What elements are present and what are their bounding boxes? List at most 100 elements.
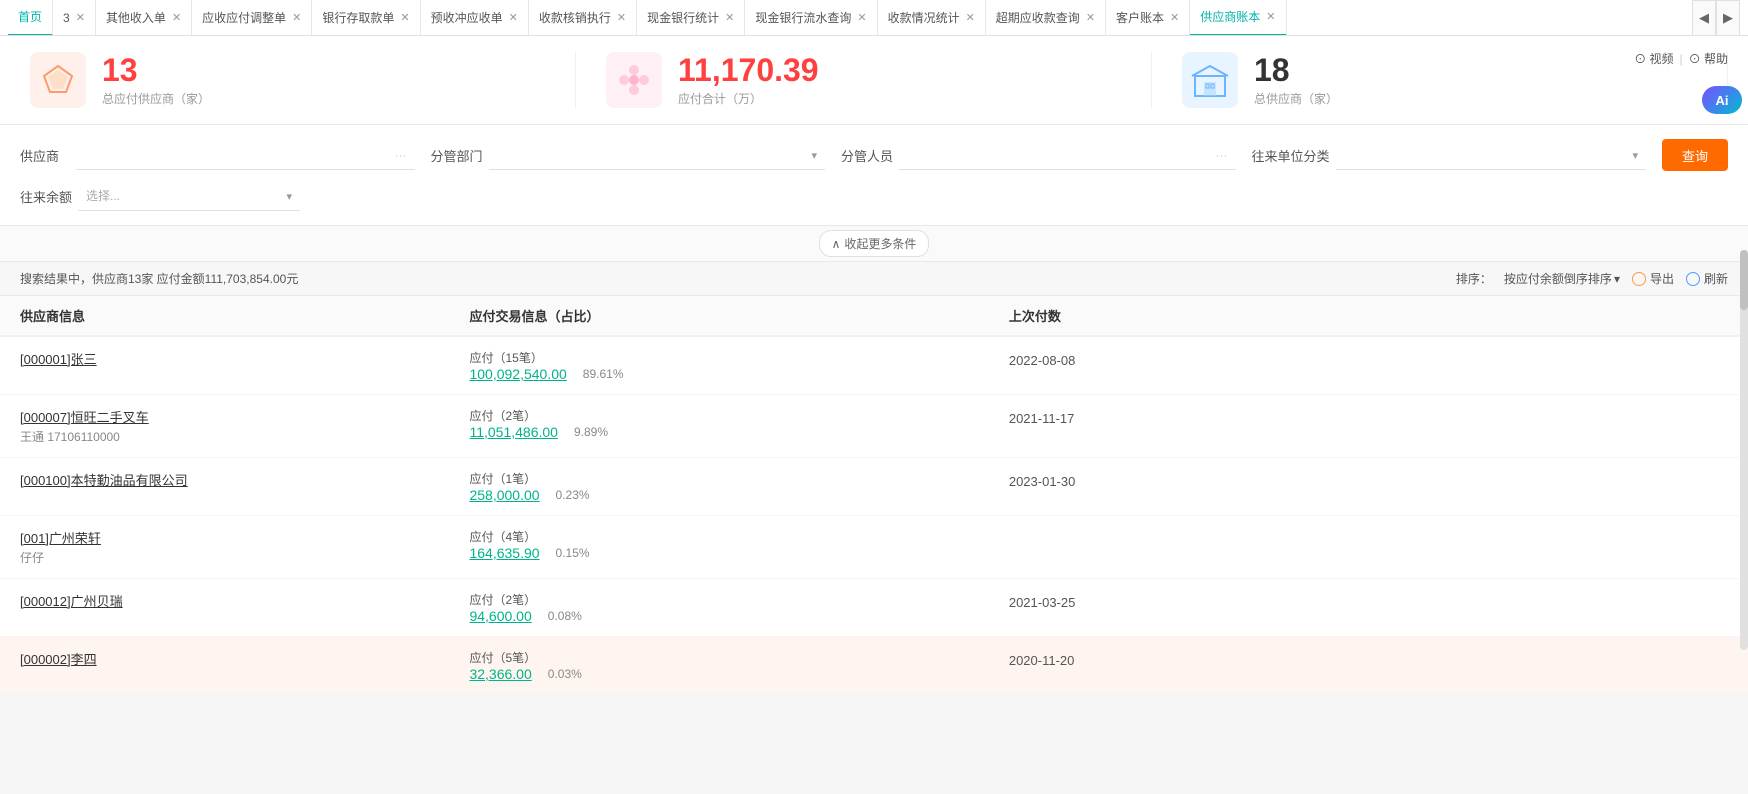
close-icon[interactable]: ✕ bbox=[172, 11, 181, 24]
collapse-button[interactable]: ∧ 收起更多条件 bbox=[819, 230, 930, 257]
tx-amount-3[interactable]: 164,635.90 bbox=[469, 545, 539, 561]
close-icon[interactable]: ✕ bbox=[1170, 11, 1179, 24]
tx-amount-4[interactable]: 94,600.00 bbox=[469, 608, 531, 624]
cell-lastpay-2: 2023-01-30 bbox=[1009, 470, 1369, 489]
tx-percent-2: 0.23% bbox=[556, 488, 590, 502]
dept-select[interactable] bbox=[489, 140, 825, 170]
close-icon[interactable]: ✕ bbox=[1086, 11, 1095, 24]
tx-amount-5[interactable]: 32,366.00 bbox=[469, 666, 531, 682]
nav-prev-button[interactable]: ◀ bbox=[1692, 0, 1716, 36]
filter-dept: 分管部门 bbox=[431, 140, 826, 170]
col-header-transaction: 应付交易信息（占比） bbox=[469, 306, 1008, 325]
cell-transaction-1: 应付（2笔） 11,051,486.00 9.89% bbox=[469, 407, 1008, 440]
cell-lastpay-4: 2021-03-25 bbox=[1009, 591, 1369, 610]
supplier-link-4[interactable]: [000012]广州贝瑞 bbox=[20, 591, 469, 610]
table-row: [000100]本特勤油品有限公司 应付（1笔） 258,000.00 0.23… bbox=[0, 458, 1748, 516]
close-icon[interactable]: ✕ bbox=[725, 11, 734, 24]
video-link[interactable]: ⊙ 视频 bbox=[1634, 50, 1673, 67]
cell-supplier-0: [000001]张三 bbox=[20, 349, 469, 368]
nav-tab-supplier-book[interactable]: 供应商账本 ✕ bbox=[1190, 0, 1286, 36]
top-right-links: ⊙ 视频 | ⊙ 帮助 bbox=[1634, 50, 1728, 67]
cell-transaction-4: 应付（2笔） 94,600.00 0.08% bbox=[469, 591, 1008, 624]
supplier-link-2[interactable]: [000100]本特勤油品有限公司 bbox=[20, 470, 469, 489]
table-body: [000001]张三 应付（15笔） 100,092,540.00 89.61%… bbox=[0, 337, 1748, 695]
tx-amount-1[interactable]: 11,051,486.00 bbox=[469, 424, 558, 440]
chevron-down-icon bbox=[811, 148, 817, 162]
nav-tab-overdue-ar[interactable]: 超期应收款查询 ✕ bbox=[986, 0, 1106, 36]
nav-tab-home[interactable]: 首页 bbox=[8, 0, 53, 36]
data-table: 供应商信息 应付交易信息（占比） 上次付数 [000001]张三 应付（15笔）… bbox=[0, 296, 1748, 695]
cell-lastpay-1: 2021-11-17 bbox=[1009, 407, 1369, 426]
filter-category: 往来单位分类 bbox=[1252, 140, 1647, 170]
stat-info-total: 11,170.39 应付合计（万） bbox=[678, 54, 819, 107]
results-right: 排序： 按应付余额倒序排序 ▾ 导出 刷新 bbox=[1456, 270, 1728, 287]
diamond-icon bbox=[30, 52, 86, 108]
query-button[interactable]: 查询 bbox=[1662, 139, 1728, 171]
top-navigation: 首页 3 ✕ 其他收入单 ✕ 应收应付调整单 ✕ 银行存取款单 ✕ 预收冲应收单… bbox=[0, 0, 1748, 36]
close-icon[interactable]: ✕ bbox=[509, 11, 518, 24]
stat-card-payable-total: 11,170.39 应付合计（万） bbox=[576, 52, 1152, 108]
tx-amount-0[interactable]: 100,092,540.00 bbox=[469, 366, 566, 382]
category-select[interactable] bbox=[1336, 140, 1646, 170]
ai-button[interactable]: Ai bbox=[1702, 86, 1742, 114]
nav-tab-ar-ap-adjust[interactable]: 应收应付调整单 ✕ bbox=[192, 0, 312, 36]
filter-row-1: 供应商 ··· 分管部门 分管人员 ··· 往来单位分类 bbox=[20, 139, 1728, 171]
scrollbar-thumb[interactable] bbox=[1740, 250, 1748, 310]
close-icon[interactable]: ✕ bbox=[857, 11, 866, 24]
close-icon[interactable]: ✕ bbox=[76, 11, 85, 24]
nav-tab-3[interactable]: 3 ✕ bbox=[53, 0, 96, 36]
close-icon[interactable]: ✕ bbox=[400, 11, 409, 24]
cell-supplier-1: [000007]恒旺二手叉车 王通 17106110000 bbox=[20, 407, 469, 445]
results-summary: 搜索结果中，供应商13家 应付金额111,703,854.00元 bbox=[20, 270, 298, 287]
nav-arrows: ◀ ▶ bbox=[1692, 0, 1740, 36]
balance-select[interactable]: 选择... bbox=[78, 181, 300, 211]
separator: | bbox=[1680, 52, 1683, 66]
filter-supplier: 供应商 ··· bbox=[20, 140, 415, 170]
supplier-link-1[interactable]: [000007]恒旺二手叉车 bbox=[20, 407, 469, 426]
tx-percent-0: 89.61% bbox=[583, 367, 624, 381]
refresh-icon bbox=[1686, 272, 1700, 286]
cell-transaction-3: 应付（4笔） 164,635.90 0.15% bbox=[469, 528, 1008, 561]
person-input[interactable]: ··· bbox=[899, 140, 1235, 170]
filter-area: 供应商 ··· 分管部门 分管人员 ··· 往来单位分类 bbox=[0, 125, 1748, 226]
supplier-sub-3: 仔仔 bbox=[20, 549, 469, 566]
export-button[interactable]: 导出 bbox=[1632, 270, 1674, 287]
sort-select[interactable]: 按应付余额倒序排序 ▾ bbox=[1504, 270, 1620, 287]
nav-tab-other-income[interactable]: 其他收入单 ✕ bbox=[96, 0, 192, 36]
chevron-down-icon bbox=[286, 189, 292, 203]
supplier-sub-1: 王通 17106110000 bbox=[20, 428, 469, 445]
tx-percent-3: 0.15% bbox=[556, 546, 590, 560]
nav-tab-customer-book[interactable]: 客户账本 ✕ bbox=[1106, 0, 1190, 36]
nav-tab-cash-bank-flow[interactable]: 现金银行流水查询 ✕ bbox=[745, 0, 877, 36]
tx-amount-2[interactable]: 258,000.00 bbox=[469, 487, 539, 503]
nav-tab-receipt-verify[interactable]: 收款核销执行 ✕ bbox=[529, 0, 637, 36]
supplier-link-5[interactable]: [000002]李四 bbox=[20, 649, 469, 668]
nav-tab-receipt-stat[interactable]: 收款情况统计 ✕ bbox=[878, 0, 986, 36]
supplier-link-3[interactable]: [001]广州荣轩 bbox=[20, 528, 469, 547]
cell-supplier-3: [001]广州荣轩 仔仔 bbox=[20, 528, 469, 566]
close-icon[interactable]: ✕ bbox=[966, 11, 975, 24]
col-header-supplier: 供应商信息 bbox=[20, 306, 469, 325]
refresh-button[interactable]: 刷新 bbox=[1686, 270, 1728, 287]
close-icon[interactable]: ✕ bbox=[292, 11, 301, 24]
tx-label-5: 应付（5笔） bbox=[469, 649, 1008, 666]
cell-supplier-2: [000100]本特勤油品有限公司 bbox=[20, 470, 469, 489]
scrollbar[interactable] bbox=[1740, 250, 1748, 650]
tx-label-4: 应付（2笔） bbox=[469, 591, 1008, 608]
nav-next-button[interactable]: ▶ bbox=[1716, 0, 1740, 36]
supplier-input[interactable]: ··· bbox=[76, 140, 415, 170]
nav-tab-cash-bank-stat[interactable]: 现金银行统计 ✕ bbox=[637, 0, 745, 36]
nav-tab-bank-deposit[interactable]: 银行存取款单 ✕ bbox=[312, 0, 420, 36]
close-icon[interactable]: ✕ bbox=[617, 11, 626, 24]
nav-tab-prepay-charge[interactable]: 预收冲应收单 ✕ bbox=[421, 0, 529, 36]
help-link[interactable]: ⊙ 帮助 bbox=[1689, 50, 1728, 67]
close-icon[interactable]: ✕ bbox=[1266, 10, 1275, 23]
tx-label-0: 应付（15笔） bbox=[469, 349, 1008, 366]
stat-card-payable-suppliers: 13 总应付供应商（家） bbox=[20, 52, 576, 108]
export-icon bbox=[1632, 272, 1646, 286]
table-row: [000007]恒旺二手叉车 王通 17106110000 应付（2笔） 11,… bbox=[0, 395, 1748, 458]
collapse-arrow-icon: ∧ bbox=[832, 237, 841, 251]
col-header-lastpay: 上次付数 bbox=[1009, 306, 1369, 325]
cell-supplier-5: [000002]李四 bbox=[20, 649, 469, 668]
supplier-link-0[interactable]: [000001]张三 bbox=[20, 349, 469, 368]
